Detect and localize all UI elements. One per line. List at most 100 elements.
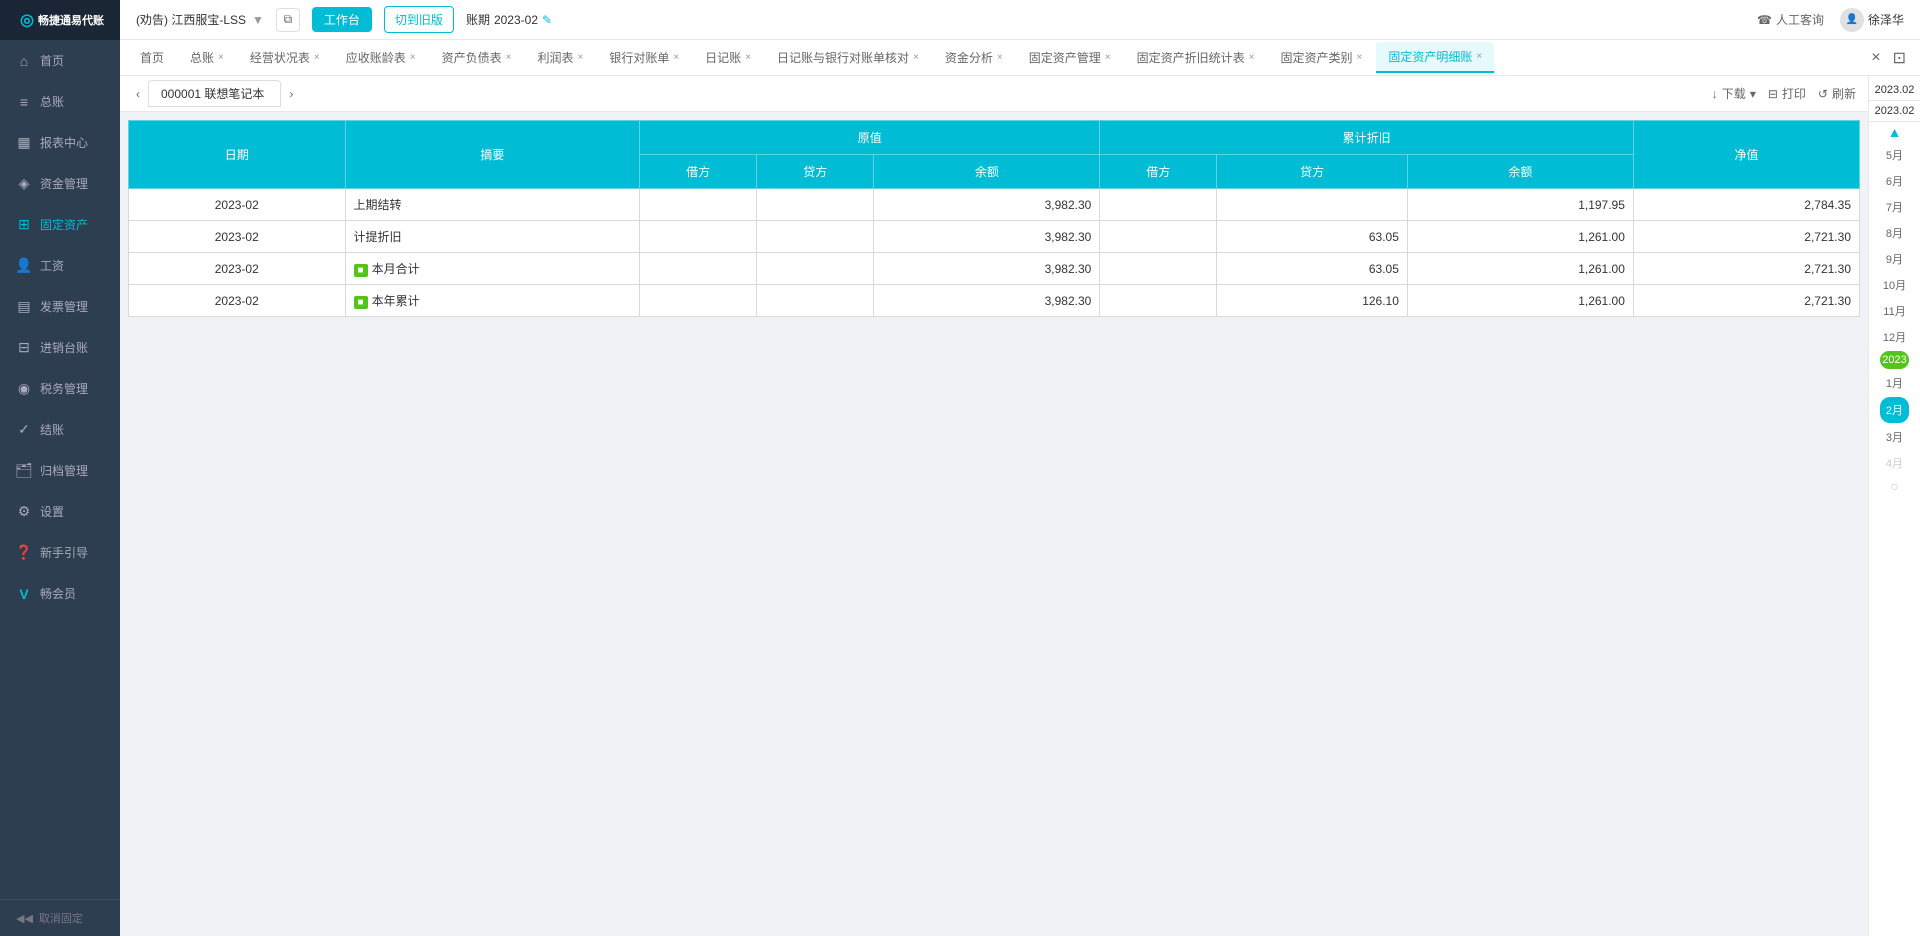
- refresh-label: 刷新: [1832, 85, 1856, 102]
- right-panel-month[interactable]: 2023: [1880, 351, 1908, 369]
- sidebar-pin-toggle[interactable]: ◀◀ 取消固定: [0, 899, 120, 936]
- right-panel-month[interactable]: 12月: [1876, 324, 1912, 350]
- tab-close-icon[interactable]: ×: [1249, 52, 1255, 63]
- right-panel-year1: 2023.02: [1869, 80, 1920, 101]
- user-menu[interactable]: 👤 徐泽华: [1840, 8, 1904, 32]
- cell-net-value: 2,721.30: [1633, 221, 1859, 253]
- tab-management[interactable]: 经营状况表 ×: [238, 43, 332, 72]
- tab-close-icon[interactable]: ×: [218, 52, 224, 63]
- sidebar-item-salary[interactable]: 👤 工资: [0, 245, 120, 286]
- tab-close-icon[interactable]: ×: [745, 52, 751, 63]
- tab-journal[interactable]: 日记账 ×: [693, 43, 763, 72]
- tab-close-icon[interactable]: ×: [913, 52, 919, 63]
- sidebar-item-label: 首页: [40, 52, 64, 69]
- right-panel-month[interactable]: 11月: [1876, 298, 1912, 324]
- sidebar-item-guide[interactable]: ❓ 新手引导: [0, 532, 120, 573]
- sidebar-item-reports[interactable]: ▦ 报表中心: [0, 122, 120, 163]
- customer-service[interactable]: ☎ 人工客询: [1757, 11, 1824, 28]
- cell-summary: 上期结转: [345, 189, 640, 221]
- nav-next-arrow[interactable]: ›: [285, 85, 297, 103]
- tab-close-icon[interactable]: ×: [506, 52, 512, 63]
- tab-label: 资产负债表: [442, 49, 502, 66]
- cell-accum-debit: [1100, 221, 1217, 253]
- sidebar-item-sales[interactable]: ⊟ 进销台账: [0, 327, 120, 368]
- sidebar-item-general[interactable]: ≡ 总账: [0, 81, 120, 122]
- copy-button[interactable]: ⧉: [276, 8, 300, 32]
- salary-icon: 👤: [16, 258, 32, 274]
- tab-close-icon[interactable]: ×: [997, 52, 1003, 63]
- cell-net-value: 2,721.30: [1633, 253, 1859, 285]
- sidebar-nav: ⌂ 首页 ≡ 总账 ▦ 报表中心 ◈ 资金管理 ⊞ 固定资产 👤 工资 ▤ 发票…: [0, 40, 120, 899]
- copy-icon: ⧉: [284, 12, 293, 27]
- reports-icon: ▦: [16, 135, 32, 151]
- period-label: 账期: [466, 11, 490, 28]
- tab-profit[interactable]: 利润表 ×: [525, 43, 595, 72]
- tab-bank[interactable]: 银行对账单 ×: [597, 43, 691, 72]
- right-panel-month[interactable]: 9月: [1876, 246, 1912, 272]
- sidebar-item-label: 报表中心: [40, 134, 88, 151]
- right-panel-month[interactable]: 7月: [1876, 194, 1912, 220]
- nav-prev-arrow[interactable]: ‹: [132, 85, 144, 103]
- right-panel-month[interactable]: 6月: [1876, 168, 1912, 194]
- tab-fixedasset[interactable]: 固定资产管理 ×: [1017, 43, 1123, 72]
- tab-close-icon[interactable]: ×: [1476, 51, 1482, 62]
- download-icon: ↓: [1712, 87, 1718, 101]
- tab-close-icon[interactable]: ×: [410, 52, 416, 63]
- tab-category[interactable]: 固定资产类别 ×: [1268, 43, 1374, 72]
- tab-home[interactable]: 首页: [128, 43, 176, 72]
- right-panel-month[interactable]: 10月: [1876, 272, 1912, 298]
- sidebar-item-fixed[interactable]: ⊞ 固定资产: [0, 204, 120, 245]
- sidebar-item-label: 设置: [40, 503, 64, 520]
- right-panel-month[interactable]: 3月: [1876, 424, 1912, 450]
- right-panel-month[interactable]: 1月: [1876, 370, 1912, 396]
- cell-orig-credit: [757, 189, 874, 221]
- switch-version-button[interactable]: 切到旧版: [384, 6, 454, 33]
- tab-close-icon[interactable]: ×: [1105, 52, 1111, 63]
- tab-detail[interactable]: 固定资产明细账 ×: [1376, 42, 1494, 73]
- right-panel-scroll-down[interactable]: ○: [1888, 476, 1900, 496]
- tab-receivable[interactable]: 应收账龄表 ×: [334, 43, 428, 72]
- tab-depreciation[interactable]: 固定资产折旧统计表 ×: [1125, 43, 1267, 72]
- company-selector[interactable]: (劝告) 江西服宝-LSS ▼: [136, 11, 264, 28]
- tab-close-icon[interactable]: ×: [314, 52, 320, 63]
- tab-label: 经营状况表: [250, 49, 310, 66]
- tabs-close-all-button[interactable]: ×: [1869, 47, 1882, 69]
- refresh-action[interactable]: ↺ 刷新: [1818, 85, 1856, 102]
- right-panel-month[interactable]: 2月: [1880, 397, 1908, 423]
- tab-close-icon[interactable]: ×: [673, 52, 679, 63]
- asset-nav-label: 000001 联想笔记本: [161, 85, 264, 102]
- download-label: 下载: [1722, 85, 1746, 102]
- workbench-button[interactable]: 工作台: [312, 7, 372, 32]
- th-orig-credit: 贷方: [757, 155, 874, 189]
- tab-general[interactable]: 总账 ×: [178, 43, 236, 72]
- sidebar-item-tax[interactable]: ◉ 税务管理: [0, 368, 120, 409]
- sidebar-item-invoice[interactable]: ▤ 发票管理: [0, 286, 120, 327]
- cell-orig-credit: [757, 285, 874, 317]
- right-panel-month[interactable]: 8月: [1876, 220, 1912, 246]
- tab-label: 固定资产管理: [1029, 49, 1101, 66]
- right-panel-scroll-up[interactable]: ▲: [1886, 122, 1904, 142]
- sidebar-item-settings[interactable]: ⚙ 设置: [0, 491, 120, 532]
- sidebar-item-checkout[interactable]: ✓ 结账: [0, 409, 120, 450]
- sidebar-item-home[interactable]: ⌂ 首页: [0, 40, 120, 81]
- tab-close-icon[interactable]: ×: [577, 52, 583, 63]
- period-edit-icon[interactable]: ✎: [542, 13, 552, 27]
- sidebar-item-archive[interactable]: 🗂 归档管理: [0, 450, 120, 491]
- th-summary: 摘要: [345, 121, 640, 189]
- tab-bankcheck[interactable]: 日记账与银行对账单核对 ×: [765, 43, 931, 72]
- tab-close-icon[interactable]: ×: [1356, 52, 1362, 63]
- finance-icon: ◈: [16, 176, 32, 192]
- tab-cashanalysis[interactable]: 资金分析 ×: [933, 43, 1015, 72]
- download-action[interactable]: ↓ 下载 ▾: [1712, 85, 1756, 102]
- asset-nav-item[interactable]: 000001 联想笔记本: [148, 80, 281, 107]
- sidebar-item-label: 税务管理: [40, 380, 88, 397]
- sidebar-item-finance[interactable]: ◈ 资金管理: [0, 163, 120, 204]
- sidebar-item-member[interactable]: V 畅会员: [0, 573, 120, 614]
- guide-icon: ❓: [16, 545, 32, 561]
- cell-summary: ■本月合计: [345, 253, 640, 285]
- tag-green: ■: [354, 296, 368, 309]
- tab-balance[interactable]: 资产负债表 ×: [430, 43, 524, 72]
- print-action[interactable]: ⊟ 打印: [1768, 85, 1806, 102]
- tabs-maximize-button[interactable]: ⊡: [1891, 46, 1908, 70]
- right-panel-month[interactable]: 5月: [1876, 142, 1912, 168]
